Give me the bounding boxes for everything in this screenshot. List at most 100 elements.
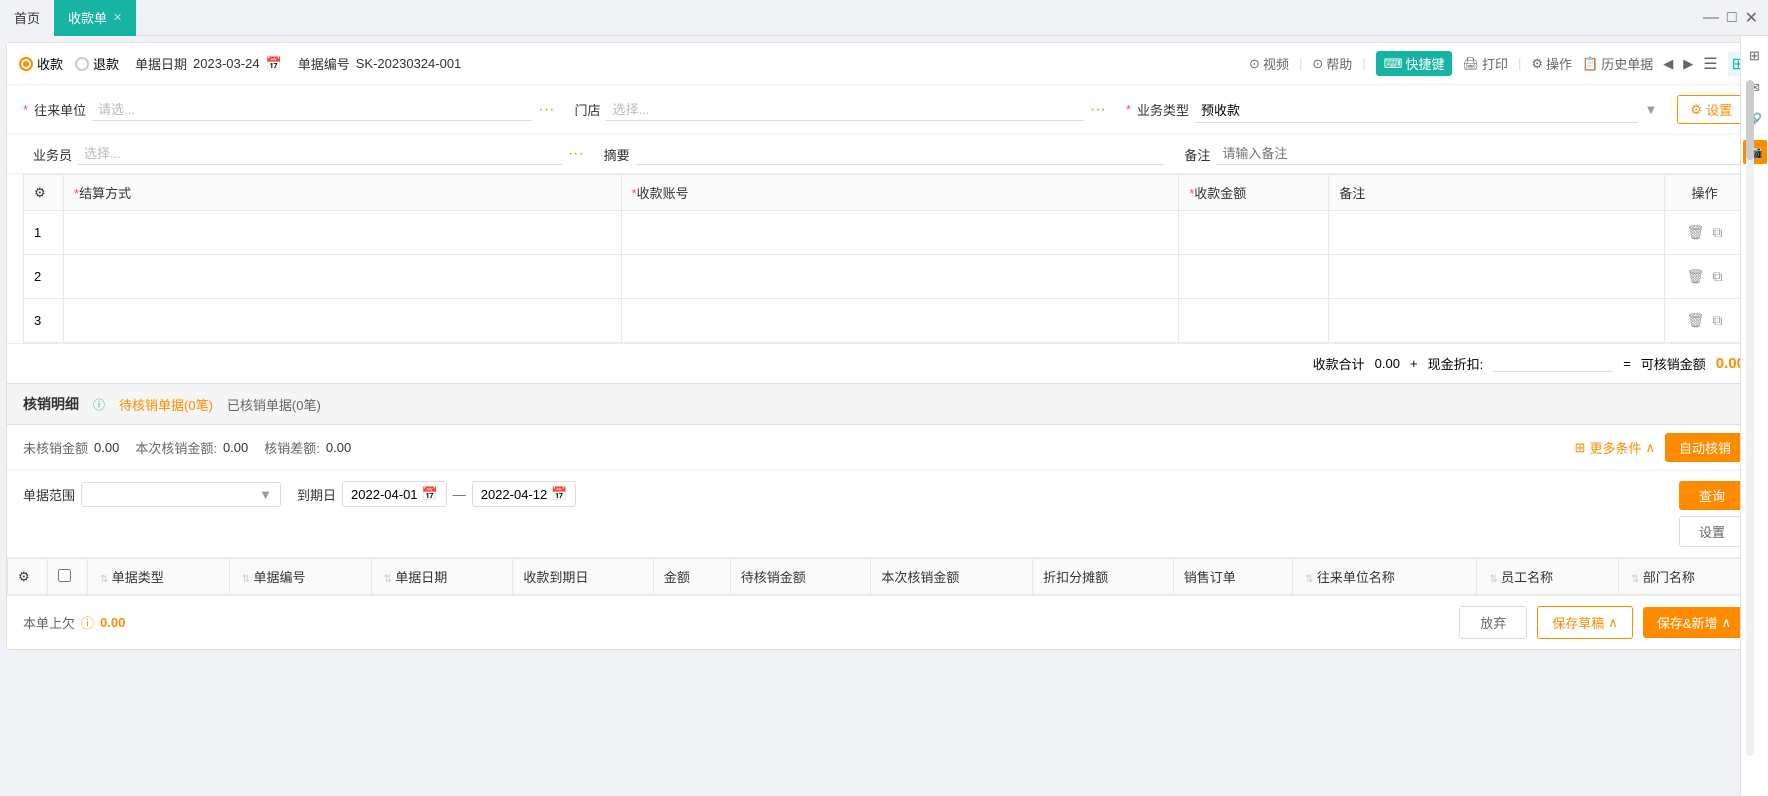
business-type-value[interactable]: 预收款 [1195, 97, 1638, 123]
shortcut-btn[interactable]: ⌨ 快捷键 [1376, 51, 1453, 76]
range-select[interactable]: ▼ [81, 482, 281, 507]
row-3-delete-icon[interactable]: 🗑 [1687, 312, 1705, 329]
completed-tab[interactable]: 已核销单据(0笔) [227, 395, 321, 414]
counterpart-input[interactable] [92, 99, 532, 121]
row-2-settlement[interactable] [64, 255, 622, 299]
due-date-start: 2022-04-01 📅 [342, 481, 447, 507]
due-date-field: 到期日 2022-04-01 📅 — 2022-04-12 📅 [297, 481, 576, 507]
pending-tab[interactable]: 待核销单据(0笔) [119, 395, 213, 414]
settings-gear-icon: ⚙ [1690, 102, 1702, 118]
write-off-info-icon[interactable]: ⓘ [93, 396, 105, 413]
current-value: 0.00 [223, 440, 248, 455]
remark-label: 备注 [1184, 145, 1210, 164]
end-calendar-icon[interactable]: 📅 [551, 486, 567, 502]
tab-receipt[interactable]: 收款单 ✕ [54, 0, 136, 36]
staff-more-btn[interactable]: ··· [568, 146, 584, 162]
auto-write-off-label: 自动核销 [1679, 441, 1731, 456]
row-2-delete-icon[interactable]: 🗑 [1687, 268, 1705, 285]
draft-arrow-icon: ∧ [1608, 615, 1618, 631]
row-2-amount[interactable] [1179, 255, 1329, 299]
row-2-account[interactable] [621, 255, 1179, 299]
due-date-end-value[interactable]: 2022-04-12 [481, 487, 548, 502]
list-view-icon[interactable]: ☰ [1703, 54, 1717, 74]
counterpart-more-btn[interactable]: ··· [538, 102, 554, 118]
checkbox-header[interactable] [48, 559, 88, 595]
range-field: 单据范围 ▼ [23, 482, 281, 507]
row-index-1: 1 [24, 211, 64, 255]
print-btn[interactable]: 🖨 打印 [1462, 54, 1508, 73]
row-2-copy-icon[interactable]: ⧉ [1712, 268, 1722, 285]
row-3-amount[interactable] [1179, 299, 1329, 343]
window-close-btn[interactable]: ✕ [1745, 8, 1758, 28]
number-value[interactable]: SK-20230324-001 [356, 56, 462, 71]
tab-close-icon[interactable]: ✕ [113, 11, 122, 24]
col-amount-label: 金额 [664, 570, 690, 585]
auto-write-off-btn[interactable]: 自动核销 [1665, 433, 1745, 462]
row-1-settlement[interactable] [64, 211, 622, 255]
maximize-btn[interactable]: □ [1727, 9, 1737, 27]
summary-input[interactable] [636, 143, 1165, 165]
footer-info-icon[interactable]: ⓘ [81, 613, 94, 632]
row-3-account[interactable] [621, 299, 1179, 343]
save-new-btn[interactable]: 保存&新增 ∧ [1643, 607, 1745, 638]
more-filter-label: 更多条件 [1589, 438, 1641, 457]
row-3-remark[interactable] [1329, 299, 1665, 343]
history-btn[interactable]: 📋 历史单据 [1582, 54, 1653, 73]
nav-left-icon[interactable]: ◀ [1663, 56, 1673, 72]
print-icon: 🖨 [1462, 56, 1479, 72]
row-3-settlement[interactable] [64, 299, 622, 343]
staff-input[interactable] [78, 143, 562, 165]
business-type-arrow[interactable]: ▼ [1644, 102, 1657, 117]
scrollbar-thumb[interactable] [1746, 80, 1754, 160]
bottom-gear-header[interactable]: ⚙ [8, 559, 48, 595]
row-1-amount[interactable] [1179, 211, 1329, 255]
video-btn[interactable]: ⊙ 视频 [1249, 54, 1289, 73]
row-1-remark[interactable] [1329, 211, 1665, 255]
remark-input[interactable] [1216, 143, 1745, 165]
cash-discount-input[interactable] [1493, 356, 1613, 372]
operation-btn[interactable]: ⚙ 操作 [1531, 54, 1572, 73]
sidebar-table-icon[interactable]: ⊞ [1743, 44, 1767, 68]
settings-btn[interactable]: ⚙ 设置 [1677, 95, 1745, 124]
query-btn[interactable]: 查询 [1679, 481, 1745, 510]
col-doc-type: ⇅ 单据类型 [88, 559, 230, 595]
summary-label: 摘要 [604, 145, 630, 164]
row-1-delete-icon[interactable]: 🗑 [1687, 224, 1705, 241]
due-date-start-value[interactable]: 2022-04-01 [351, 487, 418, 502]
col-sales-order: 销售订单 [1173, 559, 1292, 595]
range-select-arrow: ▼ [259, 487, 272, 502]
nav-right-icon[interactable]: ▶ [1683, 56, 1693, 72]
row-3-copy-icon[interactable]: ⧉ [1712, 312, 1722, 329]
store-input[interactable] [606, 99, 1083, 121]
write-off-title: 核销明细 [23, 394, 79, 414]
business-type-required: * [1126, 102, 1131, 117]
abandon-btn[interactable]: 放弃 [1459, 606, 1527, 639]
select-all-checkbox[interactable] [58, 569, 71, 582]
uncanceled-value: 0.00 [94, 440, 119, 455]
footer-limit: 本单上欠 ⓘ 0.00 [23, 613, 125, 632]
filter-settings-btn[interactable]: 设置 [1679, 516, 1745, 547]
radio-receipt[interactable]: 收款 [19, 54, 63, 73]
date-value[interactable]: 2023-03-24 [193, 56, 260, 71]
calendar-icon[interactable]: 📅 [266, 56, 282, 72]
radio-refund[interactable]: 退款 [75, 54, 119, 73]
row-2-remark[interactable] [1329, 255, 1665, 299]
row-1-account[interactable] [621, 211, 1179, 255]
counterpart-required: * [23, 102, 28, 117]
radio-refund-dot [75, 57, 89, 71]
uncanceled-label: 未核销金额 [23, 438, 88, 457]
minimize-btn[interactable]: — [1703, 9, 1719, 27]
summary-field: 摘要 [604, 143, 1165, 165]
store-more-btn[interactable]: ··· [1090, 102, 1106, 118]
date-label: 单据日期 [135, 54, 187, 73]
row-1-copy-icon[interactable]: ⧉ [1712, 224, 1722, 241]
table-gear-header[interactable]: ⚙ [24, 175, 64, 211]
tab-bar: 首页 收款单 ✕ — □ ✕ [0, 0, 1768, 36]
start-calendar-icon[interactable]: 📅 [422, 486, 438, 502]
history-btn-label: 历史单据 [1601, 54, 1653, 73]
save-draft-btn[interactable]: 保存草稿 ∧ [1537, 606, 1633, 639]
tab-home[interactable]: 首页 [0, 0, 54, 36]
write-off-filter-bar: 未核销金额 0.00 本次核销金额: 0.00 核销差额: 0.00 ⊞ 更多条… [7, 425, 1761, 471]
help-btn[interactable]: ⊙ 帮助 [1312, 54, 1352, 73]
more-filter-btn[interactable]: ⊞ 更多条件 ∧ [1575, 438, 1655, 457]
